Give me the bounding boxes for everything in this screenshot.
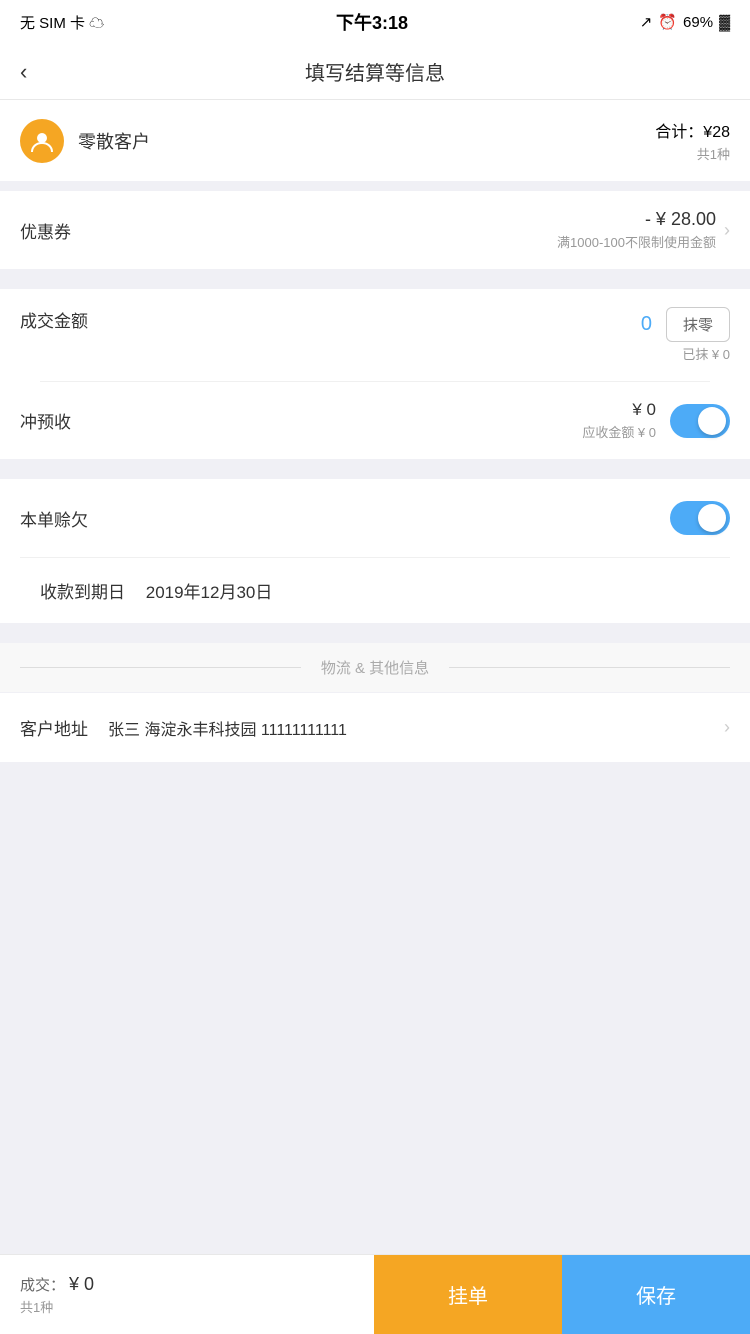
- due-date-value: 2019年12月30日: [146, 583, 273, 602]
- debit-toggle[interactable]: [670, 501, 730, 535]
- bottom-trans-label: 成交：: [20, 1274, 65, 1295]
- coupon-card[interactable]: 优惠券 - ¥ 28.00 满1000-100不限制使用金额 ›: [0, 191, 750, 269]
- debit-label: 本单赊欠: [20, 506, 88, 531]
- address-label: 客户地址: [20, 715, 88, 740]
- address-card[interactable]: 客户地址 张三 海淀永丰科技园 11111111111 ›: [0, 693, 750, 762]
- transaction-right: 0 抹零 已抹 ¥ 0: [641, 307, 730, 363]
- debit-card: 本单赊欠 收款到期日 2019年12月30日: [0, 479, 750, 623]
- save-label: 保存: [636, 1280, 676, 1309]
- coupon-label: 优惠券: [20, 218, 71, 243]
- prepay-value: ¥ 0: [582, 400, 656, 420]
- address-chevron-icon: ›: [724, 717, 730, 738]
- coupon-right: - ¥ 28.00 满1000-100不限制使用金额 ›: [557, 209, 730, 251]
- round-zero-button[interactable]: 抹零: [666, 307, 730, 342]
- back-button[interactable]: ‹: [20, 59, 27, 85]
- customer-right: 合计：¥28 共1种: [655, 118, 730, 163]
- debit-row: 本单赊欠: [20, 479, 730, 557]
- prepay-label: 冲预收: [20, 408, 71, 433]
- bottom-bar: 成交： ¥ 0 共1种 挂单 保存: [0, 1254, 750, 1334]
- battery-label: 69%: [683, 14, 713, 31]
- logistics-title: 物流 & 其他信息: [321, 657, 429, 678]
- prepay-row: 冲预收 ¥ 0 应收金额 ¥ 0: [20, 382, 730, 459]
- status-left: 无 SIM 卡 ☁: [20, 12, 104, 33]
- address-row[interactable]: 客户地址 张三 海淀永丰科技园 11111111111 ›: [20, 693, 730, 762]
- bottom-count: 共1种: [20, 1297, 354, 1316]
- hold-label: 挂单: [448, 1280, 488, 1309]
- section-sep-2: [0, 469, 750, 479]
- coupon-amount: - ¥ 28.00: [557, 209, 716, 230]
- chevron-right-icon: ›: [724, 220, 730, 241]
- due-date-row: 收款到期日 2019年12月30日: [20, 557, 730, 623]
- logistics-line-right: [449, 667, 730, 668]
- save-button[interactable]: 保存: [562, 1255, 750, 1334]
- page-title: 填写结算等信息: [305, 57, 445, 86]
- transaction-value[interactable]: 0: [641, 313, 652, 336]
- transaction-label: 成交金额: [20, 307, 88, 332]
- customer-name: 零散客户: [78, 128, 150, 154]
- bottom-info: 成交： ¥ 0 共1种: [0, 1274, 374, 1316]
- transaction-card: 成交金额 0 抹零 已抹 ¥ 0 冲预收 ¥ 0 应收金额 ¥ 0: [0, 289, 750, 459]
- status-time: 下午3:18: [336, 9, 408, 35]
- customer-row: 零散客户 合计：¥28 共1种: [0, 100, 750, 181]
- nav-bar: ‹ 填写结算等信息: [0, 44, 750, 100]
- customer-left: 零散客户: [20, 119, 150, 163]
- coupon-desc: 满1000-100不限制使用金额: [557, 232, 716, 251]
- prepay-toggle[interactable]: [670, 404, 730, 438]
- address-value: 张三 海淀永丰科技园 11111111111: [108, 716, 724, 740]
- transaction-sub: 已抹 ¥ 0: [641, 344, 730, 363]
- logistics-header: 物流 & 其他信息: [0, 643, 750, 692]
- coupon-row[interactable]: 优惠券 - ¥ 28.00 满1000-100不限制使用金额 ›: [0, 191, 750, 269]
- prepay-toggle-knob: [698, 407, 726, 435]
- bottom-trans-value: ¥ 0: [69, 1274, 94, 1295]
- prepay-right: ¥ 0 应收金额 ¥ 0: [582, 400, 730, 441]
- customer-card: 零散客户 合计：¥28 共1种: [0, 100, 750, 181]
- customer-total: 合计：¥28: [655, 118, 730, 142]
- avatar: [20, 119, 64, 163]
- debit-toggle-knob: [698, 504, 726, 532]
- alarm-icon: ⏰: [658, 13, 677, 31]
- transaction-row: 成交金额 0 抹零 已抹 ¥ 0: [20, 289, 730, 381]
- sim-label: 无 SIM 卡 ☁: [20, 12, 104, 33]
- logistics-sep: [0, 633, 750, 643]
- section-sep-1: [0, 279, 750, 289]
- battery-icon: ▓: [719, 14, 730, 31]
- hold-button[interactable]: 挂单: [374, 1255, 562, 1334]
- content: 零散客户 合计：¥28 共1种 优惠券 - ¥ 28.00 满1000-100不…: [0, 100, 750, 852]
- status-right: ↗ ⏰ 69% ▓: [640, 13, 730, 31]
- location-icon: ↗: [640, 13, 653, 31]
- status-bar: 无 SIM 卡 ☁ 下午3:18 ↗ ⏰ 69% ▓: [0, 0, 750, 44]
- due-date-label: 收款到期日: [40, 583, 125, 602]
- prepay-sub: 应收金额 ¥ 0: [582, 422, 656, 441]
- logistics-line-left: [20, 667, 301, 668]
- customer-count: 共1种: [655, 144, 730, 163]
